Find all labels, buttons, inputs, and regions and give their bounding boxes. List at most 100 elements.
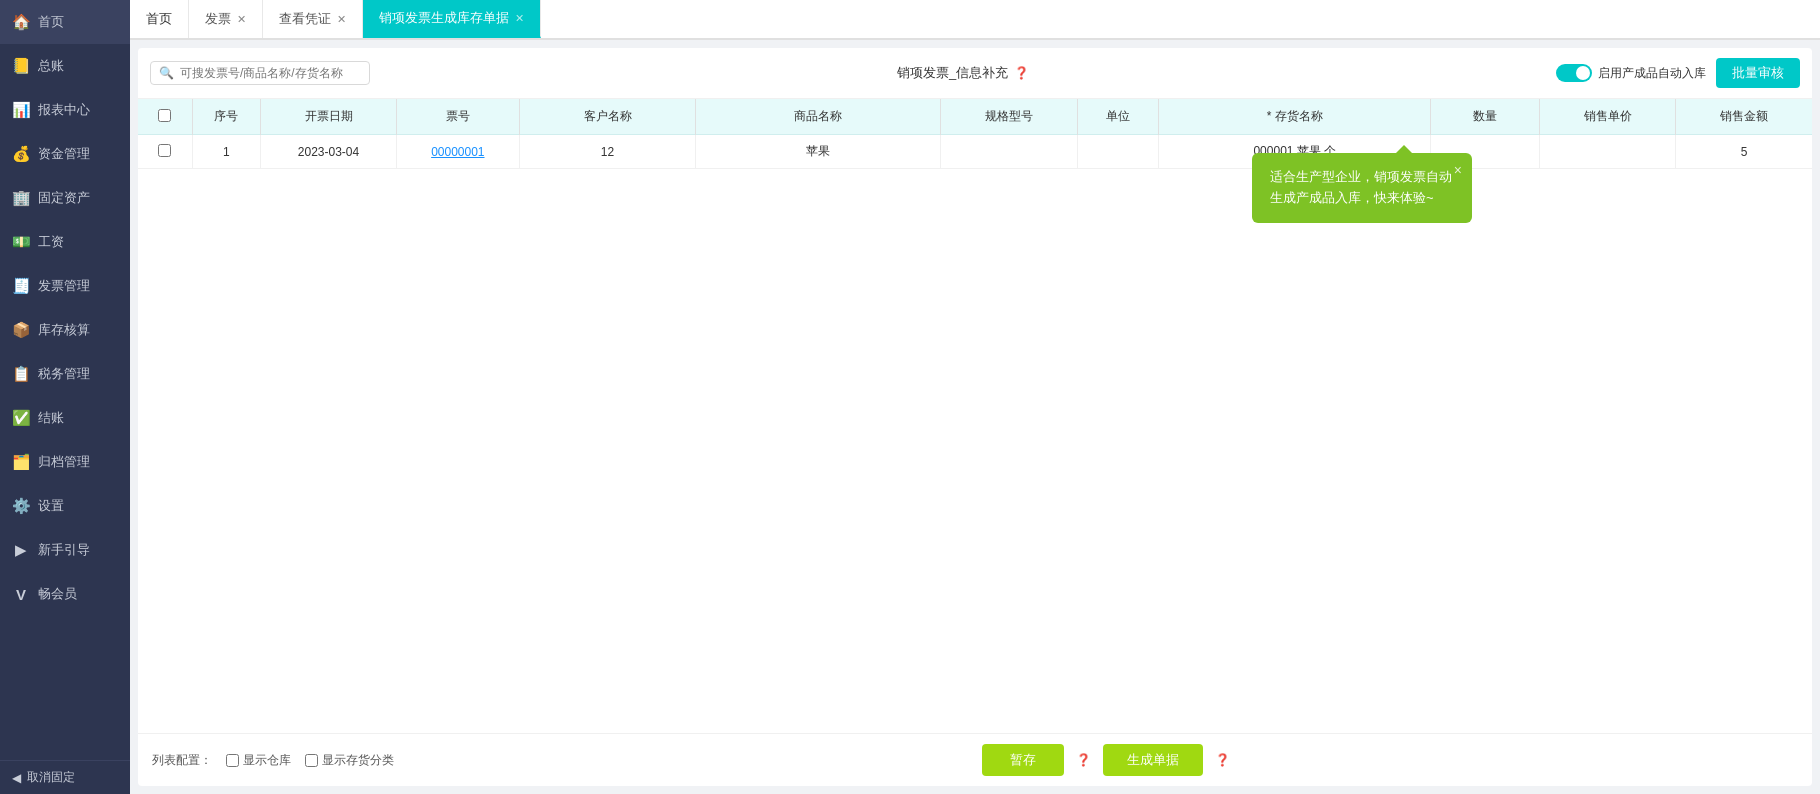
cell-spec-1 — [941, 135, 1077, 169]
row-checkbox-1[interactable] — [158, 144, 171, 157]
tooltip-close-button[interactable]: × — [1454, 159, 1462, 181]
col-header-product: 商品名称 — [696, 99, 941, 135]
cell-customer-1: 12 — [519, 135, 696, 169]
batch-button[interactable]: 批量审核 — [1716, 58, 1800, 88]
cell-seq-1: 1 — [192, 135, 260, 169]
sidebar-unpin[interactable]: ◀ 取消固定 — [0, 760, 130, 794]
table-container: 序号 开票日期 票号 客户名称 商品名称 规格型号 单位 * 存货名称 数量 销… — [138, 99, 1812, 733]
settlement-icon: ✅ — [12, 409, 30, 427]
sidebar: 🏠 首页 📒 总账 📊 报表中心 💰 资金管理 🏢 固定资产 💵 工资 🧾 发票… — [0, 0, 130, 794]
sidebar-label-assets: 固定资产 — [38, 189, 90, 207]
cell-ticket-1[interactable]: 00000001 — [397, 135, 519, 169]
content-panel: 🔍 销项发票_信息补充 ❓ 启用产成品自动入库 批量审核 — [138, 48, 1812, 786]
inventory-icon: 📦 — [12, 321, 30, 339]
sidebar-label-archive: 归档管理 — [38, 453, 90, 471]
tooltip-popup: × 适合生产型企业，销项发票自动生成产成品入库，快来体验~ — [1252, 153, 1472, 223]
sidebar-item-home[interactable]: 🏠 首页 — [0, 0, 130, 44]
data-table: 序号 开票日期 票号 客户名称 商品名称 规格型号 单位 * 存货名称 数量 销… — [138, 99, 1812, 169]
save-button[interactable]: 暂存 — [982, 744, 1064, 776]
sidebar-item-invoice[interactable]: 🧾 发票管理 — [0, 264, 130, 308]
col-header-customer: 客户名称 — [519, 99, 696, 135]
sidebar-item-tax[interactable]: 📋 税务管理 — [0, 352, 130, 396]
sidebar-label-home: 首页 — [38, 13, 64, 31]
tab-invoice-close[interactable]: ✕ — [237, 13, 246, 26]
tab-bar: 首页 发票 ✕ 查看凭证 ✕ 销项发票生成库存单据 ✕ — [130, 0, 1820, 40]
ledger-icon: 📒 — [12, 57, 30, 75]
sidebar-item-archive[interactable]: 🗂️ 归档管理 — [0, 440, 130, 484]
main-area: 首页 发票 ✕ 查看凭证 ✕ 销项发票生成库存单据 ✕ 🔍 销项发票_信息补充 … — [130, 0, 1820, 794]
generate-button[interactable]: 生成单据 — [1103, 744, 1203, 776]
tab-voucher-close[interactable]: ✕ — [337, 13, 346, 26]
sidebar-label-guide: 新手引导 — [38, 541, 90, 559]
bottom-actions: 暂存 ❓ 生成单据 ❓ — [414, 744, 1798, 776]
funds-icon: 💰 — [12, 145, 30, 163]
archive-icon: 🗂️ — [12, 453, 30, 471]
sidebar-item-funds[interactable]: 💰 资金管理 — [0, 132, 130, 176]
sidebar-label-inventory: 库存核算 — [38, 321, 90, 339]
col-header-price: 销售单价 — [1540, 99, 1676, 135]
search-box[interactable]: 🔍 — [150, 61, 370, 85]
config-label: 列表配置： — [152, 752, 212, 769]
sidebar-label-invoice: 发票管理 — [38, 277, 90, 295]
col-header-amount: 销售金额 — [1676, 99, 1812, 135]
show-warehouse-checkbox[interactable] — [226, 754, 239, 767]
tab-voucher-label: 查看凭证 — [279, 10, 331, 28]
sidebar-item-settings[interactable]: ⚙️ 设置 — [0, 484, 130, 528]
select-all-checkbox[interactable] — [158, 109, 171, 122]
show-category-label[interactable]: 显示存货分类 — [305, 752, 394, 769]
unpin-icon: ◀ — [12, 771, 21, 785]
show-category-text: 显示存货分类 — [322, 752, 394, 769]
sidebar-label-reports: 报表中心 — [38, 101, 90, 119]
tab-voucher[interactable]: 查看凭证 ✕ — [263, 0, 363, 38]
table-row: 1 2023-03-04 00000001 12 苹果 000001 苹果 个 … — [138, 135, 1812, 169]
search-input[interactable] — [180, 66, 360, 80]
tab-home[interactable]: 首页 — [130, 0, 189, 38]
center-label: 销项发票_信息补充 — [897, 64, 1008, 82]
col-header-spec: 规格型号 — [941, 99, 1077, 135]
sidebar-item-inventory[interactable]: 📦 库存核算 — [0, 308, 130, 352]
sidebar-item-assets[interactable]: 🏢 固定资产 — [0, 176, 130, 220]
toggle-container: 启用产成品自动入库 — [1556, 64, 1706, 82]
sidebar-bottom-label: 取消固定 — [27, 769, 75, 786]
tab-invoice-label: 发票 — [205, 10, 231, 28]
show-warehouse-label[interactable]: 显示仓库 — [226, 752, 291, 769]
tab-stock-receipt[interactable]: 销项发票生成库存单据 ✕ — [363, 0, 541, 38]
tab-stock-receipt-close[interactable]: ✕ — [515, 12, 524, 25]
col-header-inventory: * 存货名称 — [1159, 99, 1431, 135]
sidebar-item-ledger[interactable]: 📒 总账 — [0, 44, 130, 88]
assets-icon: 🏢 — [12, 189, 30, 207]
guide-icon: ▶ — [12, 541, 30, 559]
reports-icon: 📊 — [12, 101, 30, 119]
help-icon-generate[interactable]: ❓ — [1215, 753, 1230, 767]
auto-stock-toggle[interactable] — [1556, 64, 1592, 82]
sidebar-item-payroll[interactable]: 💵 工资 — [0, 220, 130, 264]
tab-invoice[interactable]: 发票 ✕ — [189, 0, 263, 38]
cell-date-1: 2023-03-04 — [260, 135, 396, 169]
tab-stock-receipt-label: 销项发票生成库存单据 — [379, 9, 509, 27]
sidebar-label-settings: 设置 — [38, 497, 64, 515]
toolbar-center: 销项发票_信息补充 ❓ — [380, 64, 1546, 82]
cell-product-1: 苹果 — [696, 135, 941, 169]
help-icon-save[interactable]: ❓ — [1076, 753, 1091, 767]
help-icon-center[interactable]: ❓ — [1014, 66, 1029, 80]
sidebar-item-reports[interactable]: 📊 报表中心 — [0, 88, 130, 132]
sidebar-item-guide[interactable]: ▶ 新手引导 — [0, 528, 130, 572]
sidebar-label-settlement: 结账 — [38, 409, 64, 427]
search-icon: 🔍 — [159, 66, 174, 80]
bottom-bar: 列表配置： 显示仓库 显示存货分类 暂存 ❓ 生成单据 ❓ — [138, 733, 1812, 786]
payroll-icon: 💵 — [12, 233, 30, 251]
col-header-qty: 数量 — [1431, 99, 1540, 135]
home-icon: 🏠 — [12, 13, 30, 31]
sidebar-label-tax: 税务管理 — [38, 365, 90, 383]
settings-icon: ⚙️ — [12, 497, 30, 515]
sidebar-label-member: 畅会员 — [38, 585, 77, 603]
col-header-unit: 单位 — [1077, 99, 1159, 135]
cell-amount-1: 5 — [1676, 135, 1812, 169]
show-category-checkbox[interactable] — [305, 754, 318, 767]
cell-unit-1 — [1077, 135, 1159, 169]
show-warehouse-text: 显示仓库 — [243, 752, 291, 769]
toolbar-right: 启用产成品自动入库 批量审核 — [1556, 58, 1800, 88]
sidebar-item-member[interactable]: V 畅会员 — [0, 572, 130, 616]
invoice-icon: 🧾 — [12, 277, 30, 295]
sidebar-item-settlement[interactable]: ✅ 结账 — [0, 396, 130, 440]
